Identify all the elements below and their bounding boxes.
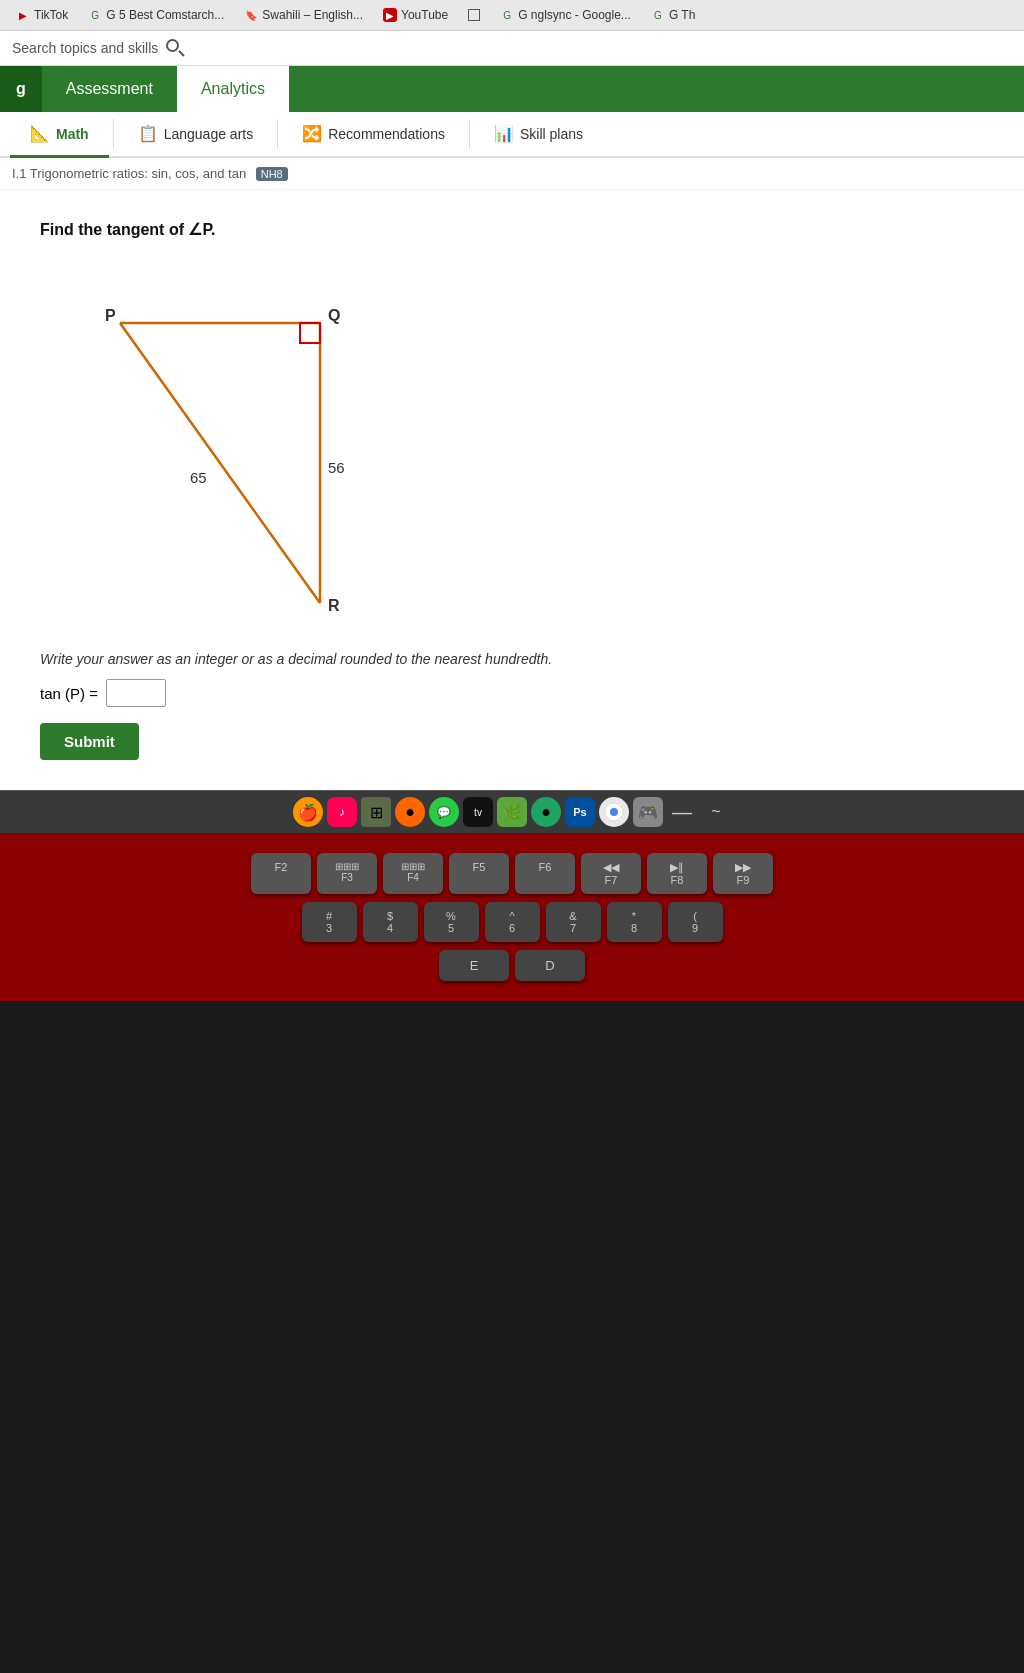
key-f9[interactable]: ▶▶F9: [713, 853, 773, 894]
tab-youtube[interactable]: ▶ YouTube: [377, 6, 454, 24]
key-f8[interactable]: ▶∥F8: [647, 853, 707, 894]
nav-bar: g Assessment Analytics: [0, 66, 1024, 112]
key-4[interactable]: $4: [363, 902, 418, 942]
keyboard-area: F2 ⊞⊞⊞F3 ⊞⊞⊞F4 F5 F6 ◀◀F7 ▶∥F8 ▶▶F9 #3 $…: [0, 833, 1024, 1001]
tab-skill-plans[interactable]: 📊 Skill plans: [474, 112, 603, 158]
dock-separator: —: [667, 797, 697, 827]
tab-nglsync[interactable]: G G nglsync - Google...: [494, 6, 637, 24]
breadcrumb-text: I.1 Trigonometric ratios: sin, cos, and …: [12, 166, 246, 181]
key-f5[interactable]: F5: [449, 853, 509, 894]
main-content: Find the tangent of ∠P. P Q R 65 56 Writ…: [0, 190, 1024, 790]
key-e[interactable]: E: [439, 950, 509, 981]
key-3[interactable]: #3: [302, 902, 357, 942]
youtube-icon: ▶: [383, 8, 397, 22]
key-f4[interactable]: ⊞⊞⊞F4: [383, 853, 443, 894]
keyboard-row-fn: F2 ⊞⊞⊞F3 ⊞⊞⊞F4 F5 F6 ◀◀F7 ▶∥F8 ▶▶F9: [10, 853, 1014, 894]
dock-nature[interactable]: 🌿: [497, 797, 527, 827]
breadcrumb-badge: NH8: [256, 167, 288, 181]
key-f6[interactable]: F6: [515, 853, 575, 894]
tab-g-th[interactable]: G G Th: [645, 6, 701, 24]
dock-tilde: ~: [701, 797, 731, 827]
dock-game[interactable]: 🎮: [633, 797, 663, 827]
key-8[interactable]: *8: [607, 902, 662, 942]
breadcrumb-bar: I.1 Trigonometric ratios: sin, cos, and …: [0, 158, 1024, 190]
nav-tab-analytics[interactable]: Analytics: [177, 66, 289, 112]
side-QR-label: 56: [328, 459, 345, 476]
dock-messages[interactable]: 💬: [429, 797, 459, 827]
dock-spotify[interactable]: ●: [531, 797, 561, 827]
browser-tab-bar: ▶ TikTok G G 5 Best Comstarch... 🔖 Swahi…: [0, 0, 1024, 31]
tab-divider-1: [113, 119, 114, 149]
svg-rect-3: [300, 323, 320, 343]
tab-square[interactable]: [462, 7, 486, 23]
recommendations-icon: 🔀: [302, 124, 322, 143]
triangle-diagram: P Q R 65 56: [40, 263, 984, 627]
answer-row: tan (P) =: [40, 679, 984, 707]
bookmark-icon: 🔖: [244, 8, 258, 22]
tab-divider-2: [277, 119, 278, 149]
google-icon-3: G: [651, 8, 665, 22]
tab-comstarch[interactable]: G G 5 Best Comstarch...: [82, 6, 230, 24]
tab-math[interactable]: 📐 Math: [10, 112, 109, 158]
square-icon: [468, 9, 480, 21]
math-icon: 📐: [30, 124, 50, 143]
nav-tab-assessment[interactable]: Assessment: [42, 66, 177, 112]
key-6[interactable]: ^6: [485, 902, 540, 942]
tab-swahili[interactable]: 🔖 Swahili – English...: [238, 6, 369, 24]
dock-finder[interactable]: 🍎: [293, 797, 323, 827]
key-f2[interactable]: F2: [251, 853, 311, 894]
vertex-Q-label: Q: [328, 307, 340, 324]
nav-brand: g: [0, 66, 42, 112]
tab-recommendations[interactable]: 🔀 Recommendations: [282, 112, 465, 158]
answer-instruction: Write your answer as an integer or as a …: [40, 651, 984, 667]
keyboard-row-bottom: E D: [10, 950, 1014, 981]
search-icon: [166, 39, 184, 57]
subject-tabs: 📐 Math 📋 Language arts 🔀 Recommendations…: [0, 112, 1024, 158]
answer-input[interactable]: [106, 679, 166, 707]
skill-plans-icon: 📊: [494, 124, 514, 143]
submit-button[interactable]: Submit: [40, 723, 139, 760]
search-area: Search topics and skills: [0, 31, 1024, 66]
vertex-P-label: P: [105, 307, 116, 324]
language-arts-icon: 📋: [138, 124, 158, 143]
dock-chrome[interactable]: [599, 797, 629, 827]
key-f3[interactable]: ⊞⊞⊞F3: [317, 853, 377, 894]
svg-point-5: [610, 808, 618, 816]
question-prompt: Find the tangent of ∠P.: [40, 220, 984, 239]
dock-appletv[interactable]: tv: [463, 797, 493, 827]
key-d[interactable]: D: [515, 950, 585, 981]
dock-photoshop[interactable]: Ps: [565, 797, 595, 827]
tiktok-icon: ▶: [16, 8, 30, 22]
key-7[interactable]: &7: [546, 902, 601, 942]
keyboard-row-num: #3 $4 %5 ^6 &7 *8 (9: [10, 902, 1014, 942]
answer-area: Write your answer as an integer or as a …: [40, 651, 984, 760]
vertex-R-label: R: [328, 597, 340, 614]
tab-language-arts[interactable]: 📋 Language arts: [118, 112, 274, 158]
search-label: Search topics and skills: [12, 40, 158, 56]
tab-tiktok[interactable]: ▶ TikTok: [10, 6, 74, 24]
side-PR-label: 65: [190, 469, 207, 486]
key-9[interactable]: (9: [668, 902, 723, 942]
svg-line-1: [120, 323, 320, 603]
key-5[interactable]: %5: [424, 902, 479, 942]
nav-tabs: Assessment Analytics: [42, 66, 289, 112]
key-f7[interactable]: ◀◀F7: [581, 853, 641, 894]
dock-music[interactable]: ♪: [327, 797, 357, 827]
dock-grid[interactable]: ⊞: [361, 797, 391, 827]
mac-dock: 🍎 ♪ ⊞ ● 💬 tv 🌿 ● Ps 🎮 — ~: [0, 790, 1024, 833]
triangle-svg: P Q R 65 56: [40, 263, 420, 623]
google-icon-1: G: [88, 8, 102, 22]
dock-item-3[interactable]: ●: [395, 797, 425, 827]
tab-divider-3: [469, 119, 470, 149]
answer-label: tan (P) =: [40, 685, 98, 702]
google-icon-2: G: [500, 8, 514, 22]
